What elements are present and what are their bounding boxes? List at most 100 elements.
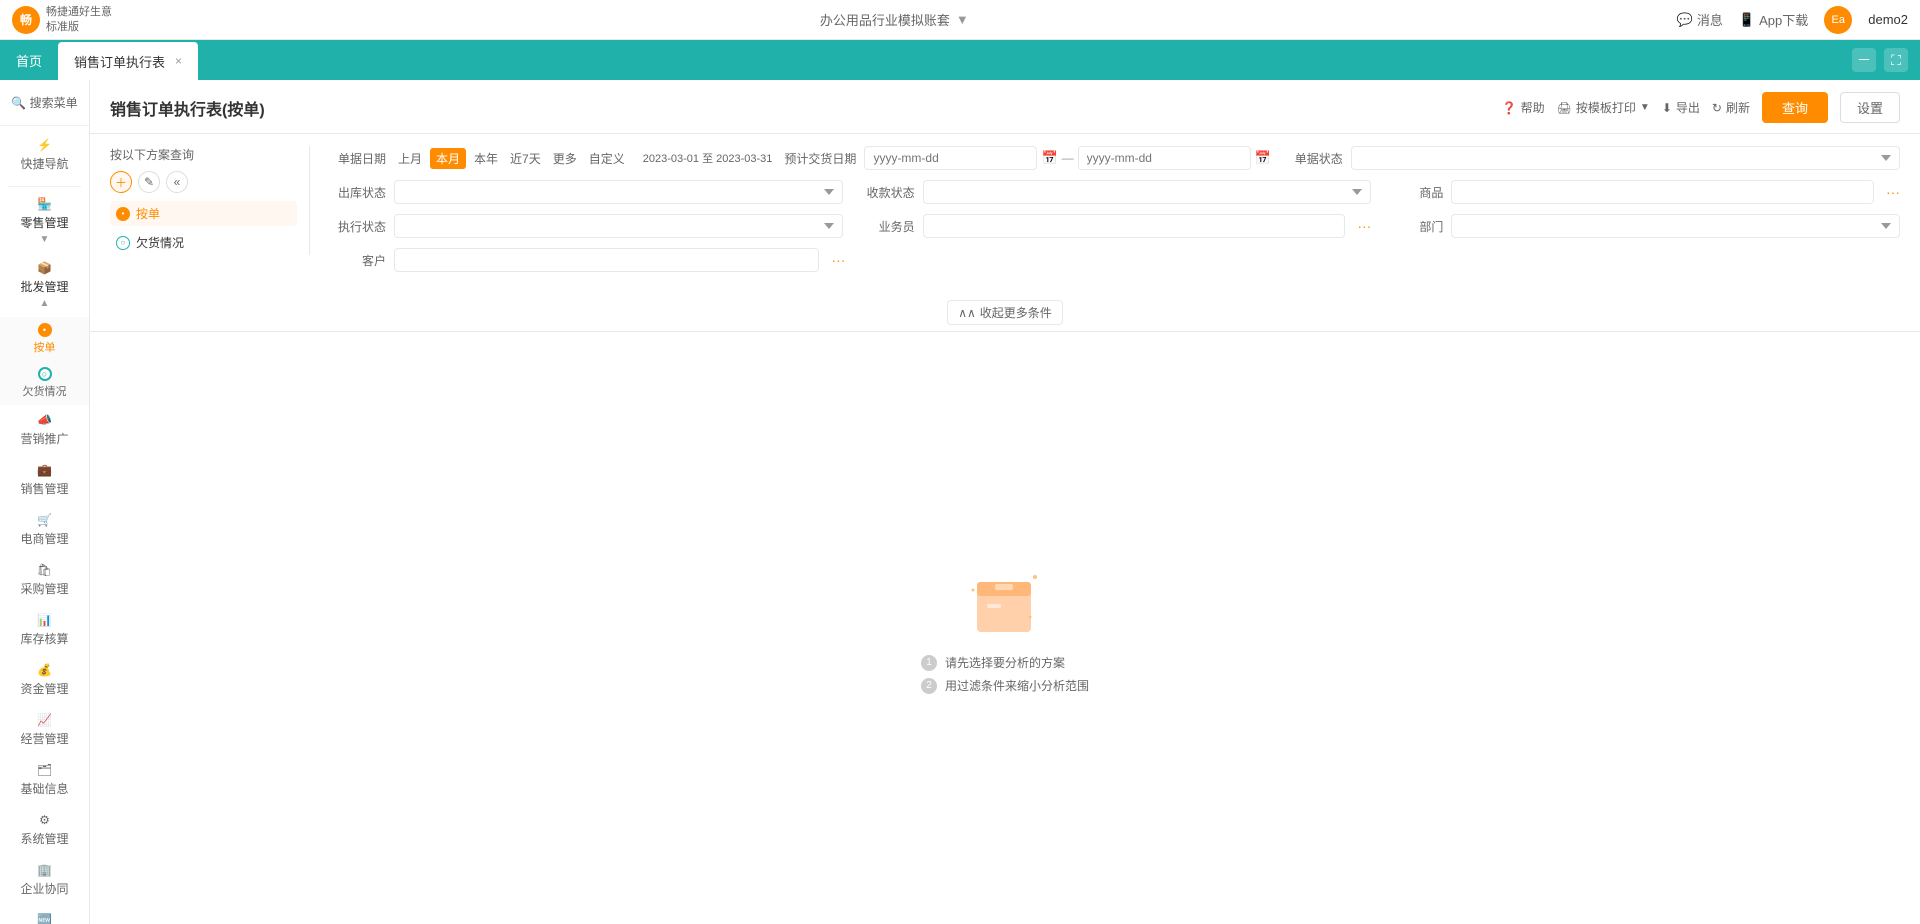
help-btn[interactable]: ❓ 帮助: [1502, 99, 1545, 116]
sidebar: 🔍 搜索菜单 ⚡ 快捷导航 🏪 零售管理 ▼ 📦 批发管理 ▲: [0, 80, 90, 924]
sidebar-item-ecommerce[interactable]: 🛒 电商管理: [0, 505, 89, 555]
sidebar-item-system[interactable]: ⚙ 系统管理: [0, 805, 89, 855]
sidebar-sub-item-欠货[interactable]: ○ 欠货情况: [0, 361, 89, 405]
collapse-bar: ∧∧ 收起更多条件: [90, 294, 1920, 332]
export-icon: ⬇: [1662, 101, 1672, 115]
sidebar-item-retail[interactable]: 🏪 零售管理 ▼: [0, 189, 89, 253]
step-num-2: 2: [921, 678, 937, 694]
sidebar-item-quicknav[interactable]: ⚡ 快捷导航: [0, 130, 89, 180]
scheme-item-欠货[interactable]: ○ 欠货情况: [110, 230, 297, 255]
dropdown-icon[interactable]: ▼: [956, 12, 969, 27]
logo-area: 畅 畅捷通好生意 标准版: [12, 5, 112, 34]
sidebar-item-inventory[interactable]: 📊 库存核算: [0, 605, 89, 655]
receipt-select[interactable]: [923, 180, 1372, 204]
collapse-arrow: ∧∧: [958, 306, 976, 320]
enterprise-icon: 🏢: [37, 863, 52, 877]
refresh-icon: ↻: [1712, 101, 1722, 115]
print-btn[interactable]: 🖨 按模板打印 ▼: [1557, 99, 1650, 116]
settings-button[interactable]: 设置: [1840, 92, 1900, 123]
scheme-item-按单[interactable]: • 按单: [110, 201, 297, 226]
main-layout: 🔍 搜索菜单 ⚡ 快捷导航 🏪 零售管理 ▼ 📦 批发管理 ▲: [0, 80, 1920, 924]
tab-active[interactable]: 销售订单执行表 ×: [58, 42, 198, 80]
outbound-select[interactable]: [394, 180, 843, 204]
salesperson-dots[interactable]: ···: [1357, 218, 1371, 234]
date-tab-近7天[interactable]: 近7天: [506, 148, 545, 169]
avatar[interactable]: Ea: [1824, 6, 1852, 34]
tab-minimize-btn[interactable]: －: [1852, 48, 1876, 72]
sidebar-item-newguide[interactable]: 🆕 新手引导: [0, 905, 89, 924]
exec-label: 执行状态: [326, 218, 386, 235]
add-scheme-btn[interactable]: ＋: [110, 171, 132, 193]
message-icon: 💬: [1677, 12, 1693, 28]
outbound-label: 出库状态: [326, 184, 386, 201]
company-name: 办公用品行业模拟账套: [820, 10, 950, 29]
date-tabs: 上月 本月 本年 近7天 更多 自定义: [394, 148, 629, 169]
filter-scheme-panel: 按以下方案查询 ＋ ✎ « • 按单 ○ 欠货情况: [110, 146, 310, 255]
filter-goods-field: 商品 ···: [1383, 180, 1900, 204]
sidebar-item-basic[interactable]: 🗂 基础信息: [0, 755, 89, 805]
tab-home[interactable]: 首页: [0, 40, 58, 80]
sidebar-sub-item-按单[interactable]: • 按单: [0, 317, 89, 361]
status-select[interactable]: [1351, 146, 1900, 170]
sales-icon: 💼: [37, 463, 52, 477]
query-button[interactable]: 查询: [1762, 92, 1828, 123]
date-tab-更多[interactable]: 更多: [549, 148, 581, 169]
receipt-label: 收款状态: [855, 184, 915, 201]
refresh-btn[interactable]: ↻ 刷新: [1712, 99, 1750, 116]
sidebar-sub-wholesale: • 按单 ○ 欠货情况: [0, 317, 89, 405]
date-tab-自定义[interactable]: 自定义: [585, 148, 629, 169]
page-actions: ❓ 帮助 🖨 按模板打印 ▼ ⬇ 导出 ↻: [1502, 92, 1900, 123]
ecommerce-icon: 🛒: [37, 513, 52, 527]
date-range-display: 2023-03-01 至 2023-03-31: [643, 150, 773, 166]
filter-date-field: 单据日期 上月 本月 本年 近7天 更多 自定义 2023-03-01 至 20…: [326, 148, 772, 169]
dept-select[interactable]: [1451, 214, 1900, 238]
tab-close-icon[interactable]: ×: [175, 54, 182, 68]
salesperson-input[interactable]: [923, 214, 1346, 238]
empty-icon: [965, 562, 1045, 642]
customer-dots[interactable]: ···: [831, 252, 845, 268]
goods-dots[interactable]: ···: [1886, 184, 1900, 200]
sidebar-item-finance[interactable]: 💰 资金管理: [0, 655, 89, 705]
tab-maximize-btn[interactable]: ⛶: [1884, 48, 1908, 72]
sidebar-search-section: 🔍 搜索菜单: [0, 80, 89, 126]
date-tab-本月[interactable]: 本月: [430, 148, 466, 169]
logo-text: 畅捷通好生意 标准版: [46, 5, 112, 34]
sidebar-divider-1: [8, 186, 81, 187]
finance-icon: 💰: [37, 663, 52, 677]
top-bar-right: 💬 消息 📱 App下载 Ea demo2: [1677, 6, 1908, 34]
export-btn[interactable]: ⬇ 导出: [1662, 99, 1700, 116]
edit-scheme-btn[interactable]: ✎: [138, 171, 160, 193]
date-tab-上月[interactable]: 上月: [394, 148, 426, 169]
scheme-icon-1: •: [116, 207, 130, 221]
expected-date-end[interactable]: [1078, 146, 1251, 170]
tab-bar: 首页 销售订单执行表 × － ⛶: [0, 40, 1920, 80]
sidebar-item-wholesale[interactable]: 📦 批发管理 ▲: [0, 253, 89, 317]
message-action[interactable]: 💬 消息: [1677, 10, 1723, 29]
empty-state: 1 请先选择要分析的方案 2 用过滤条件来缩小分析范围: [90, 332, 1920, 924]
filter-fields: 单据日期 上月 本月 本年 近7天 更多 自定义 2023-03-01 至 20…: [310, 146, 1900, 282]
filter-scheme-actions: ＋ ✎ «: [110, 171, 297, 193]
sidebar-item-operations[interactable]: 📈 经营管理: [0, 705, 89, 755]
search-icon: 🔍: [11, 96, 26, 110]
exec-select[interactable]: [394, 214, 843, 238]
collapse-btn[interactable]: ∧∧ 收起更多条件: [947, 300, 1063, 325]
system-icon: ⚙: [39, 813, 50, 827]
date-range-field: 📅 — 📅: [864, 146, 1270, 170]
filter-exec-field: 执行状态: [326, 214, 843, 238]
app-download-action[interactable]: 📱 App下载: [1739, 10, 1808, 29]
date-tab-本年[interactable]: 本年: [470, 148, 502, 169]
sidebar-item-enterprise[interactable]: 🏢 企业协同: [0, 855, 89, 905]
collapse-scheme-btn[interactable]: «: [166, 171, 188, 193]
customer-input[interactable]: [394, 248, 819, 272]
goods-input[interactable]: [1451, 180, 1874, 204]
calendar-icon-1[interactable]: 📅: [1041, 150, 1057, 166]
sidebar-nav: 🏪 零售管理 ▼ 📦 批发管理 ▲ • 按单 ○ 欠货情况: [0, 189, 89, 924]
sidebar-item-sales[interactable]: 💼 销售管理: [0, 455, 89, 505]
calendar-icon-2[interactable]: 📅: [1255, 150, 1271, 166]
expected-date-start[interactable]: [864, 146, 1037, 170]
sidebar-item-marketing[interactable]: 📣 营销推广: [0, 405, 89, 455]
empty-steps: 1 请先选择要分析的方案 2 用过滤条件来缩小分析范围: [921, 654, 1089, 694]
filter-expected-date-field: 预计交货日期 📅 — 📅: [784, 146, 1270, 170]
sidebar-search-btn[interactable]: 🔍 搜索菜单: [8, 90, 81, 115]
sidebar-item-purchase[interactable]: 🛍 采购管理: [0, 555, 89, 605]
